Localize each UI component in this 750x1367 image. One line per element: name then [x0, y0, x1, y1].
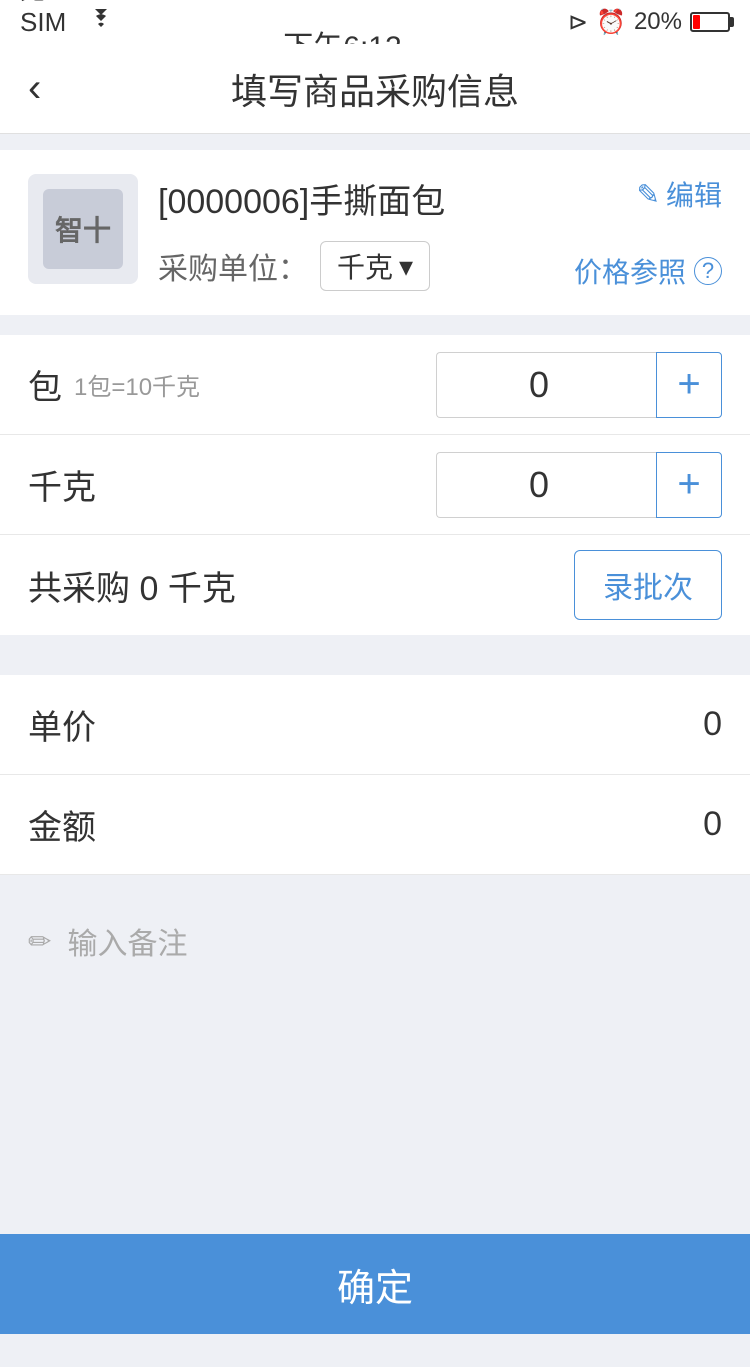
- notes-placeholder: 输入备注: [67, 919, 187, 963]
- kg-label: 千克: [28, 460, 436, 509]
- help-icon: ?: [694, 257, 722, 285]
- edit-label: 编辑: [666, 174, 722, 214]
- unit-dropdown[interactable]: 千克 ▾: [320, 241, 430, 291]
- pencil-icon: ✏: [28, 925, 51, 958]
- pack-input-row: 包 1包=10千克 +: [0, 335, 750, 435]
- battery-icon: [690, 12, 730, 32]
- pack-plus-button[interactable]: +: [656, 352, 722, 418]
- unit-value: 千克: [337, 246, 393, 286]
- unit-price-value: 0: [703, 705, 722, 744]
- pack-plus-icon: +: [677, 362, 700, 407]
- wifi-icon: [85, 7, 117, 38]
- kg-input-wrap: +: [436, 452, 722, 518]
- back-button[interactable]: ‹: [28, 66, 41, 111]
- kg-plus-button[interactable]: +: [656, 452, 722, 518]
- amount-value: 0: [703, 805, 722, 844]
- summary-amount: 0: [139, 570, 158, 608]
- edit-icon: ✎: [637, 178, 660, 211]
- record-batch-button[interactable]: 录批次: [574, 550, 722, 620]
- product-image-label: 智十: [43, 189, 123, 269]
- amount-row: 金额 0: [0, 775, 750, 875]
- kg-label-text: 千克: [28, 460, 96, 509]
- detail-section: 单价 0 金额 0: [0, 675, 750, 875]
- edit-button[interactable]: ✎ 编辑: [637, 174, 722, 214]
- page-title: 填写商品采购信息: [231, 63, 519, 115]
- price-ref-label: 价格参照: [574, 251, 686, 291]
- section-divider-2: [0, 635, 750, 655]
- unit-price-label: 单价: [28, 700, 96, 749]
- summary-prefix: 共采购: [28, 570, 139, 608]
- summary-text: 共采购 0 千克: [28, 561, 236, 610]
- price-ref-button[interactable]: 价格参照 ?: [574, 251, 722, 291]
- summary-unit: 千克: [168, 570, 236, 608]
- pack-label: 包 1包=10千克: [28, 360, 436, 409]
- input-section: 包 1包=10千克 + 千克 +: [0, 335, 750, 635]
- status-right: ⊳ ⏰ 20%: [568, 8, 730, 37]
- location-icon: ⊳: [568, 8, 588, 37]
- section-divider-1: [0, 315, 750, 335]
- kg-plus-icon: +: [677, 462, 700, 507]
- pack-input[interactable]: [436, 352, 656, 418]
- amount-label: 金额: [28, 800, 96, 849]
- confirm-button[interactable]: 确定: [0, 1234, 750, 1334]
- pack-label-text: 包: [28, 360, 62, 409]
- summary-row: 共采购 0 千克 录批次: [0, 535, 750, 635]
- battery-percent: 20%: [634, 8, 682, 36]
- product-card: 智十 [0000006]手撕面包 采购单位： 千克 ▾ ✎ 编辑 价格参照 ?: [0, 150, 750, 315]
- unit-price-row: 单价 0: [0, 675, 750, 775]
- alarm-icon: ⏰: [596, 8, 626, 37]
- nav-bar: ‹ 填写商品采购信息: [0, 44, 750, 134]
- content-fill: [0, 987, 750, 1267]
- kg-input-row: 千克 +: [0, 435, 750, 535]
- product-image: 智十: [28, 174, 138, 284]
- notes-section[interactable]: ✏ 输入备注: [0, 895, 750, 987]
- unit-label: 采购单位：: [158, 244, 308, 288]
- pack-sub-label: 1包=10千克: [74, 367, 200, 402]
- pack-input-wrap: +: [436, 352, 722, 418]
- kg-input[interactable]: [436, 452, 656, 518]
- status-bar: 无 SIM 卡 下午6:12 ⊳ ⏰ 20%: [0, 0, 750, 44]
- dropdown-arrow-icon: ▾: [399, 250, 413, 283]
